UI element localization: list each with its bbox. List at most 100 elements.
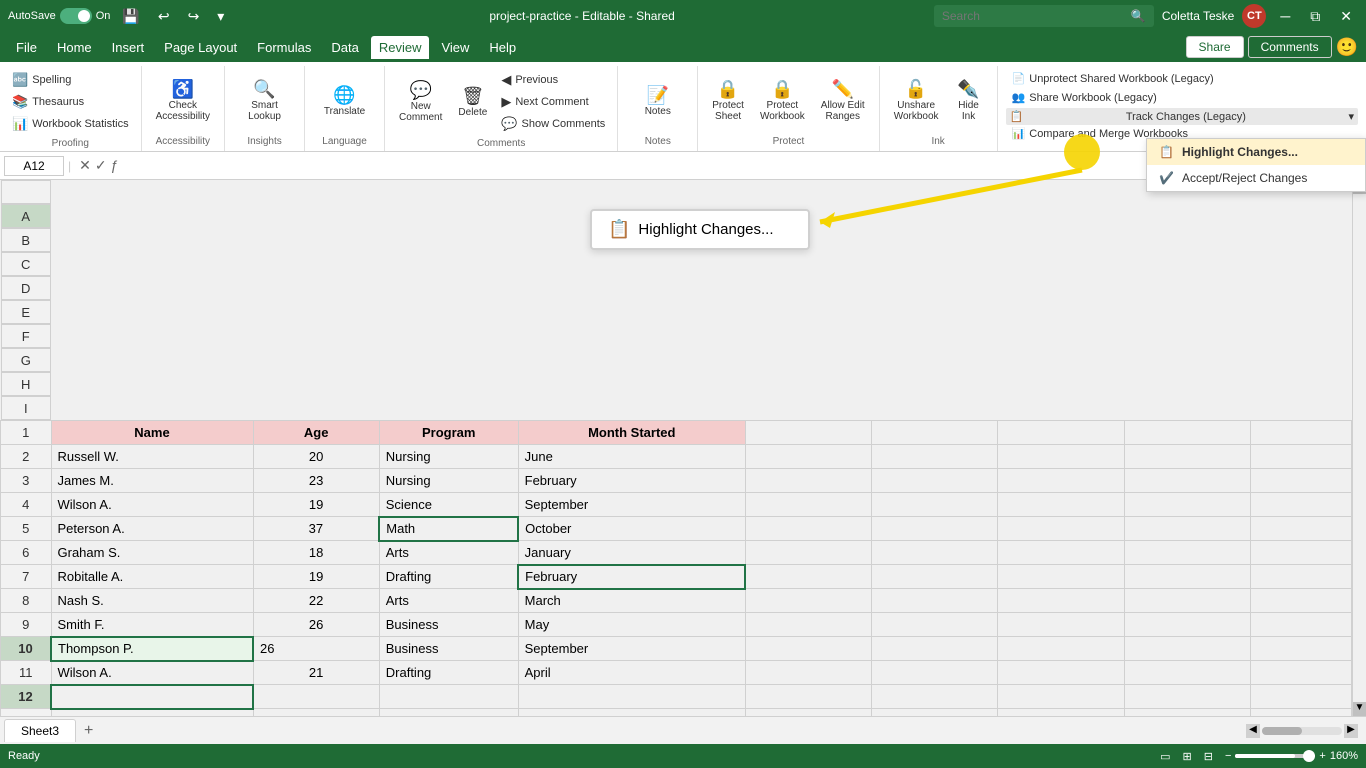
cell-A6[interactable]: Graham S. [51, 541, 253, 565]
new-comment-button[interactable]: 💬 NewComment [393, 77, 448, 127]
menu-review[interactable]: Review [371, 36, 430, 59]
cell-A4[interactable]: Wilson A. [51, 493, 253, 517]
cell-F4[interactable] [872, 493, 998, 517]
menu-help[interactable]: Help [481, 36, 524, 59]
cell-C1[interactable]: Program [379, 421, 518, 445]
delete-comment-button[interactable]: 🗑 Delete [452, 83, 493, 122]
confirm-formula-icon[interactable]: ✓ [95, 157, 107, 174]
cell-D12[interactable] [518, 685, 745, 709]
col-header-H[interactable]: H [1, 372, 52, 396]
cell-I9[interactable] [1250, 613, 1351, 637]
menu-home[interactable]: Home [49, 36, 100, 59]
cell-C5[interactable]: Math [379, 517, 518, 541]
cell-D7[interactable]: February [518, 565, 745, 589]
protect-workbook-button[interactable]: 🔒 ProtectWorkbook [754, 76, 811, 126]
col-header-C[interactable]: C [1, 252, 52, 276]
cell-C11[interactable]: Drafting [379, 661, 518, 685]
cell-C13[interactable] [379, 709, 518, 717]
cell-A10[interactable]: Thompson P. [51, 637, 253, 661]
cell-D5[interactable]: October [518, 517, 745, 541]
highlight-changes-menu-item[interactable]: 📋 Highlight Changes... [1147, 139, 1365, 152]
cell-C7[interactable]: Drafting [379, 565, 518, 589]
cell-B9[interactable]: 26 [253, 613, 379, 637]
cell-D8[interactable]: March [518, 589, 745, 613]
cell-G9[interactable] [998, 613, 1124, 637]
cell-H5[interactable] [1124, 517, 1250, 541]
cell-A2[interactable]: Russell W. [51, 445, 253, 469]
emoji-button[interactable]: 🙂 [1336, 37, 1358, 58]
vertical-scrollbar[interactable]: ▲ ▼ [1352, 180, 1366, 716]
cell-F8[interactable] [872, 589, 998, 613]
cell-F9[interactable] [872, 613, 998, 637]
cell-B3[interactable]: 23 [253, 469, 379, 493]
cell-A3[interactable]: James M. [51, 469, 253, 493]
cell-G4[interactable] [998, 493, 1124, 517]
h-scrollbar-track[interactable] [1262, 727, 1342, 735]
cell-B4[interactable]: 19 [253, 493, 379, 517]
cell-B1[interactable]: Age [253, 421, 379, 445]
cell-B12[interactable] [253, 685, 379, 709]
cell-D1[interactable]: Month Started [518, 421, 745, 445]
cell-H2[interactable] [1124, 445, 1250, 469]
cell-reference[interactable]: A12 [4, 156, 64, 176]
allow-edit-button[interactable]: ✏️ Allow EditRanges [815, 76, 871, 126]
cell-E10[interactable] [745, 637, 871, 661]
h-scrollbar-thumb[interactable] [1262, 727, 1302, 735]
view-pagelayout-icon[interactable]: ⊟ [1204, 750, 1213, 763]
col-header-E[interactable]: E [1, 300, 52, 324]
cell-B11[interactable]: 21 [253, 661, 379, 685]
zoom-slider-thumb[interactable] [1303, 750, 1315, 762]
scroll-left-btn[interactable]: ◀ [1246, 724, 1260, 738]
cell-E8[interactable] [745, 589, 871, 613]
cell-E2[interactable] [745, 445, 871, 469]
cell-F11[interactable] [872, 661, 998, 685]
cell-B8[interactable]: 22 [253, 589, 379, 613]
cell-I1[interactable] [1250, 421, 1351, 445]
cell-E3[interactable] [745, 469, 871, 493]
scroll-right-btn[interactable]: ▶ [1344, 724, 1358, 738]
menu-file[interactable]: File [8, 36, 45, 59]
save-button[interactable]: 💾 [116, 6, 145, 27]
cell-B2[interactable]: 20 [253, 445, 379, 469]
cell-F2[interactable] [872, 445, 998, 469]
cell-A13[interactable] [51, 709, 253, 717]
notes-button[interactable]: 📝 Notes [638, 82, 678, 121]
cell-G12[interactable] [998, 685, 1124, 709]
cell-H8[interactable] [1124, 589, 1250, 613]
view-normal-icon[interactable]: ▭ [1160, 750, 1170, 763]
cell-F10[interactable] [872, 637, 998, 661]
cell-C4[interactable]: Science [379, 493, 518, 517]
cell-B13[interactable] [253, 709, 379, 717]
menu-page-layout[interactable]: Page Layout [156, 36, 245, 59]
thesaurus-button[interactable]: 📚 Thesaurus [8, 92, 133, 112]
cell-G6[interactable] [998, 541, 1124, 565]
cell-I8[interactable] [1250, 589, 1351, 613]
cell-E4[interactable] [745, 493, 871, 517]
col-header-A[interactable]: A [1, 204, 52, 228]
cell-H3[interactable] [1124, 469, 1250, 493]
customize-btn[interactable]: ▾ [211, 6, 230, 27]
cell-C9[interactable]: Business [379, 613, 518, 637]
cell-A12[interactable] [51, 685, 253, 709]
cell-H11[interactable] [1124, 661, 1250, 685]
cell-B7[interactable]: 19 [253, 565, 379, 589]
share-workbook-legacy-button[interactable]: 👥 Share Workbook (Legacy) [1006, 89, 1358, 106]
check-accessibility-button[interactable]: ♿ CheckAccessibility [150, 76, 216, 126]
cell-D6[interactable]: January [518, 541, 745, 565]
cell-C3[interactable]: Nursing [379, 469, 518, 493]
cell-G7[interactable] [998, 565, 1124, 589]
cell-H13[interactable] [1124, 709, 1250, 717]
cell-I10[interactable] [1250, 637, 1351, 661]
cell-I2[interactable] [1250, 445, 1351, 469]
cell-G3[interactable] [998, 469, 1124, 493]
redo-button[interactable]: ↪ [182, 6, 206, 27]
cell-E11[interactable] [745, 661, 871, 685]
restore-button[interactable]: ⧉ [1304, 6, 1326, 27]
cell-G13[interactable] [998, 709, 1124, 717]
close-button[interactable]: ✕ [1334, 6, 1358, 27]
comments-button[interactable]: Comments [1248, 36, 1332, 58]
zoom-out-icon[interactable]: − [1225, 750, 1231, 762]
cell-I5[interactable] [1250, 517, 1351, 541]
cell-G11[interactable] [998, 661, 1124, 685]
cell-E13[interactable] [745, 709, 871, 717]
